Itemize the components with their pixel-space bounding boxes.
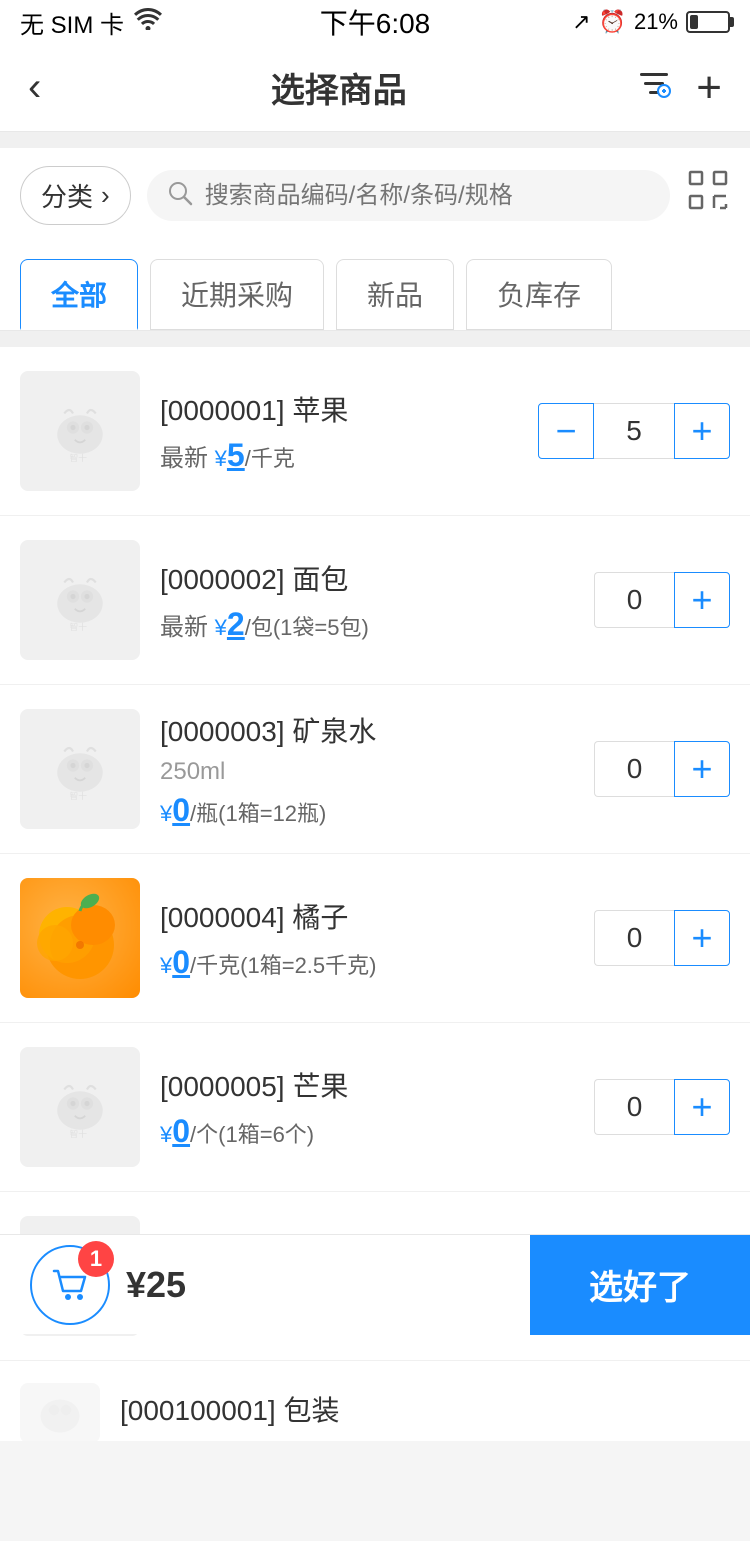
tab-new[interactable]: 新品 — [336, 259, 454, 330]
confirm-button[interactable]: 选好了 — [530, 1235, 750, 1335]
category-label: 分类 — [41, 177, 93, 214]
search-input[interactable] — [205, 182, 650, 210]
nav-left: ‹ — [28, 65, 41, 110]
product-price-0000003: ¥0/瓶(1箱=12瓶) — [160, 792, 574, 829]
product-name-partial: [000100001] 包装 — [120, 1389, 730, 1429]
increase-btn-0000004[interactable]: + — [674, 910, 730, 966]
quantity-input-0000004[interactable] — [594, 910, 674, 966]
svg-text:智十: 智十 — [70, 1128, 88, 1139]
wifi-icon — [134, 8, 162, 37]
section-divider — [0, 331, 750, 347]
quantity-input-0000003[interactable] — [594, 741, 674, 797]
product-info-0000005: [0000005] 芒果 ¥0/个(1箱=6个) — [160, 1065, 574, 1150]
product-item-0000002: 智十 [0000002] 面包 最新 ¥2/包(1袋=5包) + — [0, 516, 750, 685]
status-right: ↗ ⏰ 21% — [572, 9, 730, 35]
product-item-0000005: 智十 [0000005] 芒果 ¥0/个(1箱=6个) + — [0, 1023, 750, 1192]
product-item-0000004: [0000004] 橘子 ¥0/千克(1箱=2.5千克) + — [0, 854, 750, 1023]
page-title: 选择商品 — [271, 63, 407, 112]
nav-right: + — [636, 63, 722, 113]
increase-btn-0000005[interactable]: + — [674, 1079, 730, 1135]
product-info-0000004: [0000004] 橘子 ¥0/千克(1箱=2.5千克) — [160, 896, 574, 981]
tab-recent[interactable]: 近期采购 — [150, 259, 324, 330]
product-info-0000002: [0000002] 面包 最新 ¥2/包(1袋=5包) — [160, 558, 574, 643]
svg-text:智十: 智十 — [70, 452, 88, 463]
filter-bar: 分类 › — [0, 148, 750, 243]
cart-badge: 1 — [78, 1241, 114, 1277]
cart-section: 1 ¥25 — [0, 1245, 530, 1325]
carrier-label: 无 SIM 卡 — [20, 5, 124, 40]
category-button[interactable]: 分类 › — [20, 166, 131, 225]
scan-icon[interactable] — [686, 168, 730, 223]
increase-btn-0000003[interactable]: + — [674, 741, 730, 797]
tab-bar: 全部 近期采购 新品 负库存 — [0, 243, 750, 331]
quantity-ctrl-0000005: + — [594, 1079, 730, 1135]
quantity-input-0000002[interactable] — [594, 572, 674, 628]
nav-bar: ‹ 选择商品 + — [0, 44, 750, 132]
product-image-0000003: 智十 — [20, 709, 140, 829]
bottom-bar: 1 ¥25 选好了 — [0, 1234, 750, 1334]
product-info-partial: [000100001] 包装 — [120, 1389, 730, 1437]
alarm-icon: ⏰ — [599, 9, 626, 35]
product-item-0000001: 智十 [0000001] 苹果 最新 ¥5/千克 − + — [0, 347, 750, 516]
product-image-0000005: 智十 — [20, 1047, 140, 1167]
svg-text:智十: 智十 — [70, 621, 88, 632]
location-icon: ↗ — [572, 9, 590, 35]
product-name-0000003: [0000003] 矿泉水 — [160, 710, 574, 750]
status-bar: 无 SIM 卡 下午6:08 ↗ ⏰ 21% — [0, 0, 750, 44]
product-name-0000005: [0000005] 芒果 — [160, 1065, 574, 1105]
quantity-ctrl-0000001: − + — [538, 403, 730, 459]
battery-percent: 21% — [634, 9, 678, 35]
quantity-input-0000005[interactable] — [594, 1079, 674, 1135]
tab-all[interactable]: 全部 — [20, 259, 138, 330]
status-left: 无 SIM 卡 — [20, 5, 162, 40]
product-info-0000001: [0000001] 苹果 最新 ¥5/千克 — [160, 389, 518, 474]
product-name-0000004: [0000004] 橘子 — [160, 896, 574, 936]
status-time: 下午6:08 — [320, 2, 431, 42]
product-image-0000004 — [20, 878, 140, 998]
total-price: ¥25 — [126, 1264, 186, 1306]
divider-1 — [0, 132, 750, 148]
quantity-input-0000001[interactable] — [594, 403, 674, 459]
quantity-ctrl-0000004: + — [594, 910, 730, 966]
product-image-0000002: 智十 — [20, 540, 140, 660]
search-icon — [167, 180, 193, 211]
cart-button[interactable]: 1 — [30, 1245, 110, 1325]
back-button[interactable]: ‹ — [28, 65, 41, 110]
product-info-0000003: [0000003] 矿泉水 250ml ¥0/瓶(1箱=12瓶) — [160, 710, 574, 829]
svg-text:智十: 智十 — [70, 790, 88, 801]
product-price-0000004: ¥0/千克(1箱=2.5千克) — [160, 944, 574, 981]
product-spec-0000003: 250ml — [160, 758, 574, 786]
add-icon[interactable]: + — [696, 63, 722, 113]
decrease-btn-0000001[interactable]: − — [538, 403, 594, 459]
product-price-0000001: 最新 ¥5/千克 — [160, 437, 518, 474]
product-image-0000001: 智十 — [20, 371, 140, 491]
product-name-0000001: [0000001] 苹果 — [160, 389, 518, 429]
tab-negative[interactable]: 负库存 — [466, 259, 612, 330]
product-item-0000003: 智十 [0000003] 矿泉水 250ml ¥0/瓶(1箱=12瓶) + — [0, 685, 750, 854]
search-bar[interactable] — [147, 170, 670, 221]
product-price-0000005: ¥0/个(1箱=6个) — [160, 1113, 574, 1150]
chevron-right-icon: › — [101, 180, 110, 211]
increase-btn-0000002[interactable]: + — [674, 572, 730, 628]
quantity-ctrl-0000003: + — [594, 741, 730, 797]
quantity-ctrl-0000002: + — [594, 572, 730, 628]
product-price-0000002: 最新 ¥2/包(1袋=5包) — [160, 606, 574, 643]
increase-btn-0000001[interactable]: + — [674, 403, 730, 459]
filter-icon[interactable] — [636, 65, 672, 110]
product-image-partial — [20, 1383, 100, 1441]
product-item-partial: [000100001] 包装 — [0, 1361, 750, 1441]
battery-icon — [686, 11, 730, 33]
product-name-0000002: [0000002] 面包 — [160, 558, 574, 598]
